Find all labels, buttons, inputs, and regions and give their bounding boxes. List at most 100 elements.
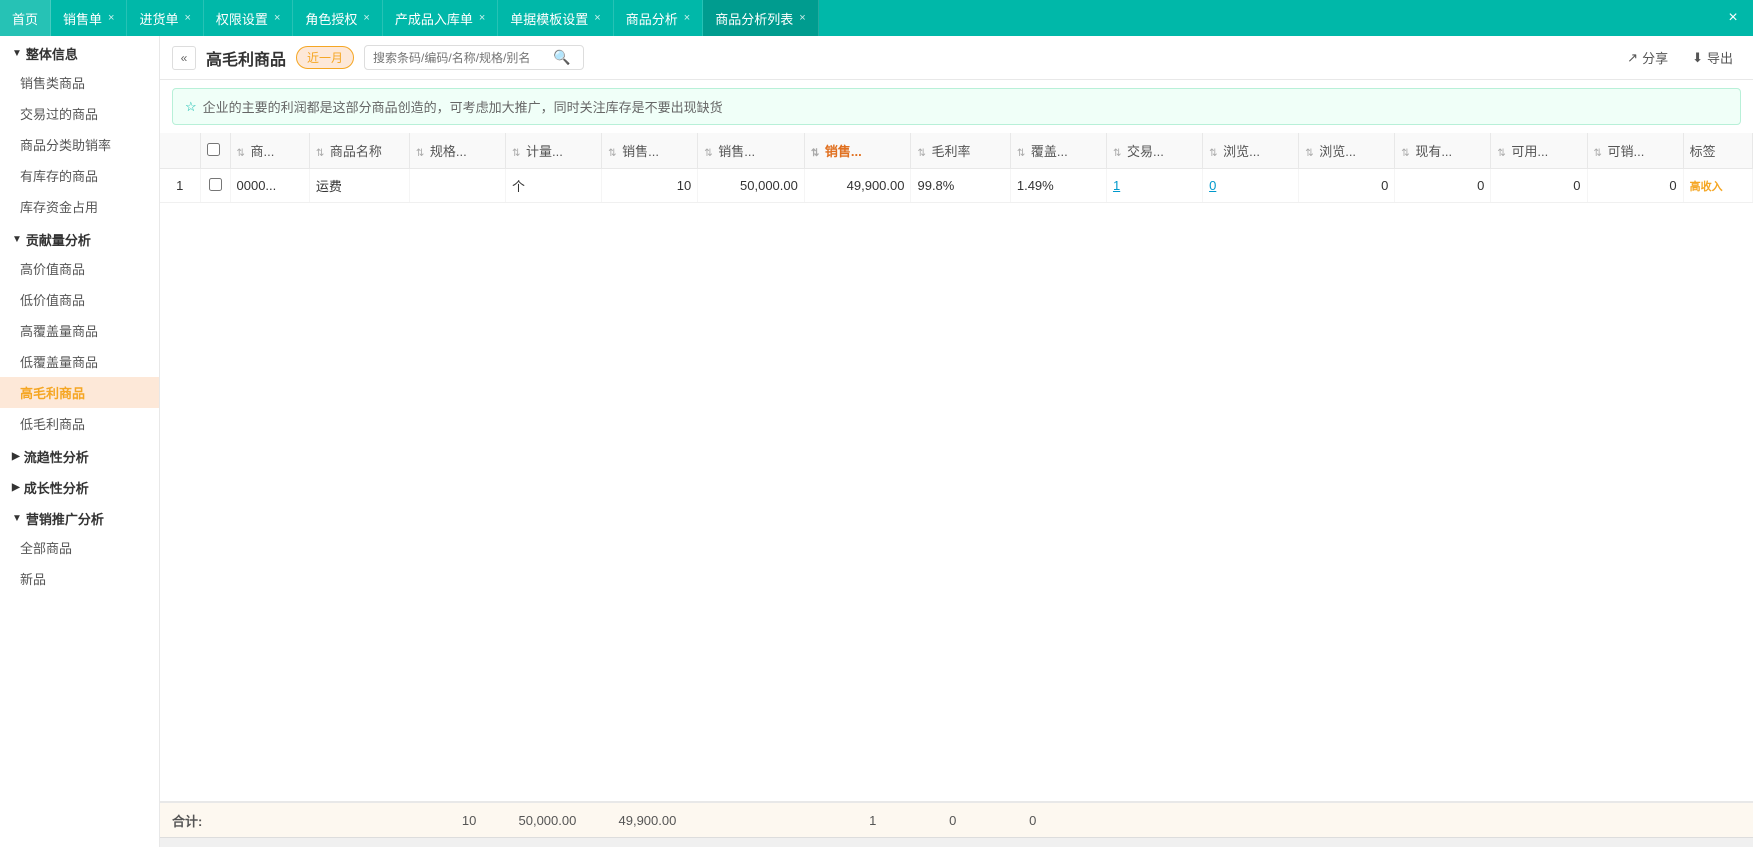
nav-tab-analysis[interactable]: 商品分析 × — [614, 0, 703, 36]
chevron-right-icon: ▶ — [12, 451, 20, 462]
sidebar-item-high-value[interactable]: 高价值商品 — [0, 253, 159, 284]
export-button[interactable]: ⬇ 导出 — [1684, 44, 1741, 71]
sidebar-item-low-coverage[interactable]: 低覆盖量商品 — [0, 346, 159, 377]
footer-sales-qty: 10 — [222, 813, 482, 828]
sidebar-item-sales-goods[interactable]: 销售类商品 — [0, 67, 159, 98]
nav-tab-home[interactable]: 首页 — [0, 0, 51, 36]
window-close-button[interactable]: × — [1713, 0, 1753, 36]
sort-icon: ⇅ — [1113, 148, 1121, 159]
col-name[interactable]: ⇅ 商品名称 — [309, 133, 409, 169]
share-icon: ↗ — [1627, 50, 1638, 66]
col-checkbox — [200, 133, 230, 169]
cell-checkbox — [200, 169, 230, 203]
sort-icon: ⇅ — [608, 148, 616, 159]
sidebar-item-high-coverage[interactable]: 高覆盖量商品 — [0, 315, 159, 346]
sort-icon: ⇅ — [1209, 148, 1217, 159]
close-icon[interactable]: × — [594, 12, 600, 24]
search-box: 🔍 — [364, 45, 584, 70]
close-icon[interactable]: × — [184, 12, 190, 24]
sidebar-item-low-value[interactable]: 低价值商品 — [0, 284, 159, 315]
col-available[interactable]: ⇅ 可用... — [1491, 133, 1587, 169]
sort-icon: ⇅ — [416, 148, 424, 159]
sidebar-group-marketing[interactable]: ▼ 营销推广分析 — [0, 501, 159, 532]
chevron-right-icon: ▶ — [12, 482, 20, 493]
sidebar-group-contribution[interactable]: ▼ 贡献量分析 — [0, 222, 159, 253]
nav-tab-role[interactable]: 角色授权 × — [293, 0, 382, 36]
data-table-container: ⇅ 商... ⇅ 商品名称 ⇅ 规格... ⇅ — [160, 133, 1753, 801]
cell-sales-amount: 50,000.00 — [698, 169, 805, 203]
nav-tab-template[interactable]: 单据模板设置 × — [498, 0, 613, 36]
sidebar-item-traded-goods[interactable]: 交易过的商品 — [0, 98, 159, 129]
col-tag: 标签 — [1683, 133, 1752, 169]
footer-current-stock: 0 — [882, 813, 962, 828]
sidebar-group-growth[interactable]: ▶ 成长性分析 — [0, 470, 159, 501]
sidebar-item-low-margin[interactable]: 低毛利商品 — [0, 408, 159, 439]
cell-tag: 高收入 — [1683, 169, 1752, 203]
cell-index: 1 — [160, 169, 200, 203]
cell-available: 0 — [1491, 169, 1587, 203]
sort-icon: ⇅ — [1497, 148, 1505, 159]
nav-tab-purchase[interactable]: 进货单 × — [127, 0, 203, 36]
col-sales-qty[interactable]: ⇅ 销售... — [602, 133, 698, 169]
col-sales-amount[interactable]: ⇅ 销售... — [698, 133, 805, 169]
sidebar-item-in-stock[interactable]: 有库存的商品 — [0, 160, 159, 191]
info-icon: ☆ — [185, 99, 197, 115]
select-all-checkbox[interactable] — [207, 143, 220, 156]
cell-sellable: 0 — [1587, 169, 1683, 203]
close-icon[interactable]: × — [684, 12, 690, 24]
cell-spec — [409, 169, 505, 203]
search-input[interactable] — [373, 51, 553, 65]
col-transactions[interactable]: ⇅ 交易... — [1106, 133, 1202, 169]
search-icon[interactable]: 🔍 — [553, 49, 570, 66]
col-margin-rate[interactable]: ⇅ 毛利率 — [911, 133, 1010, 169]
chevron-down-icon: ▼ — [12, 513, 22, 524]
footer-sales-profit: 49,900.00 — [582, 813, 682, 828]
col-spec[interactable]: ⇅ 规格... — [409, 133, 505, 169]
sort-icon: ⇅ — [1305, 148, 1313, 159]
cell-sku[interactable]: 0000... — [230, 169, 309, 203]
sidebar-item-inventory-fund[interactable]: 库存资金占用 — [0, 191, 159, 222]
close-icon[interactable]: × — [479, 12, 485, 24]
cell-margin-rate: 99.8% — [911, 169, 1010, 203]
sort-icon: ⇅ — [811, 148, 819, 159]
table-footer: 合计: 10 50,000.00 49,900.00 1 0 0 — [160, 801, 1753, 837]
horizontal-scrollbar[interactable] — [160, 837, 1753, 847]
sort-icon: ⇅ — [1401, 148, 1409, 159]
nav-tab-sales[interactable]: 销售单 × — [51, 0, 127, 36]
cell-browse1: 0 — [1203, 169, 1299, 203]
col-sales-profit[interactable]: ⇅ 销售... — [804, 133, 911, 169]
sidebar-item-all-goods[interactable]: 全部商品 — [0, 532, 159, 563]
col-current-stock[interactable]: ⇅ 现有... — [1395, 133, 1491, 169]
close-icon[interactable]: × — [274, 12, 280, 24]
sidebar-group-trend[interactable]: ▶ 流趋性分析 — [0, 439, 159, 470]
header-actions: ↗ 分享 ⬇ 导出 — [1619, 44, 1741, 71]
col-sellable[interactable]: ⇅ 可销... — [1587, 133, 1683, 169]
cell-unit: 个 — [506, 169, 602, 203]
close-icon[interactable]: × — [799, 12, 805, 24]
share-button[interactable]: ↗ 分享 — [1619, 44, 1676, 71]
close-icon[interactable]: × — [108, 12, 114, 24]
col-browse1[interactable]: ⇅ 浏览... — [1203, 133, 1299, 169]
sidebar-item-category-rate[interactable]: 商品分类助销率 — [0, 129, 159, 160]
sort-icon: ⇅ — [237, 148, 245, 159]
sidebar-item-new-goods[interactable]: 新品 — [0, 563, 159, 594]
filter-time-button[interactable]: 近一月 — [296, 46, 354, 69]
nav-tab-analysis-list[interactable]: 商品分析列表 × — [703, 0, 818, 36]
col-sku[interactable]: ⇅ 商... — [230, 133, 309, 169]
collapse-sidebar-button[interactable]: « — [172, 46, 196, 70]
sort-icon: ⇅ — [917, 148, 925, 159]
col-unit[interactable]: ⇅ 计量... — [506, 133, 602, 169]
cell-current-stock: 0 — [1395, 169, 1491, 203]
nav-tab-product-entry[interactable]: 产成品入库单 × — [383, 0, 498, 36]
sidebar-group-overall[interactable]: ▼ 整体信息 — [0, 36, 159, 67]
row-checkbox[interactable] — [209, 178, 222, 191]
cell-browse2: 0 — [1299, 169, 1395, 203]
col-coverage[interactable]: ⇅ 覆盖... — [1010, 133, 1106, 169]
nav-tab-permission[interactable]: 权限设置 × — [204, 0, 293, 36]
sidebar-item-high-margin[interactable]: 高毛利商品 — [0, 377, 159, 408]
col-browse2[interactable]: ⇅ 浏览... — [1299, 133, 1395, 169]
cell-sales-qty: 10 — [602, 169, 698, 203]
close-icon[interactable]: × — [363, 12, 369, 24]
cell-sales-profit: 49,900.00 — [804, 169, 911, 203]
sort-icon: ⇅ — [512, 148, 520, 159]
